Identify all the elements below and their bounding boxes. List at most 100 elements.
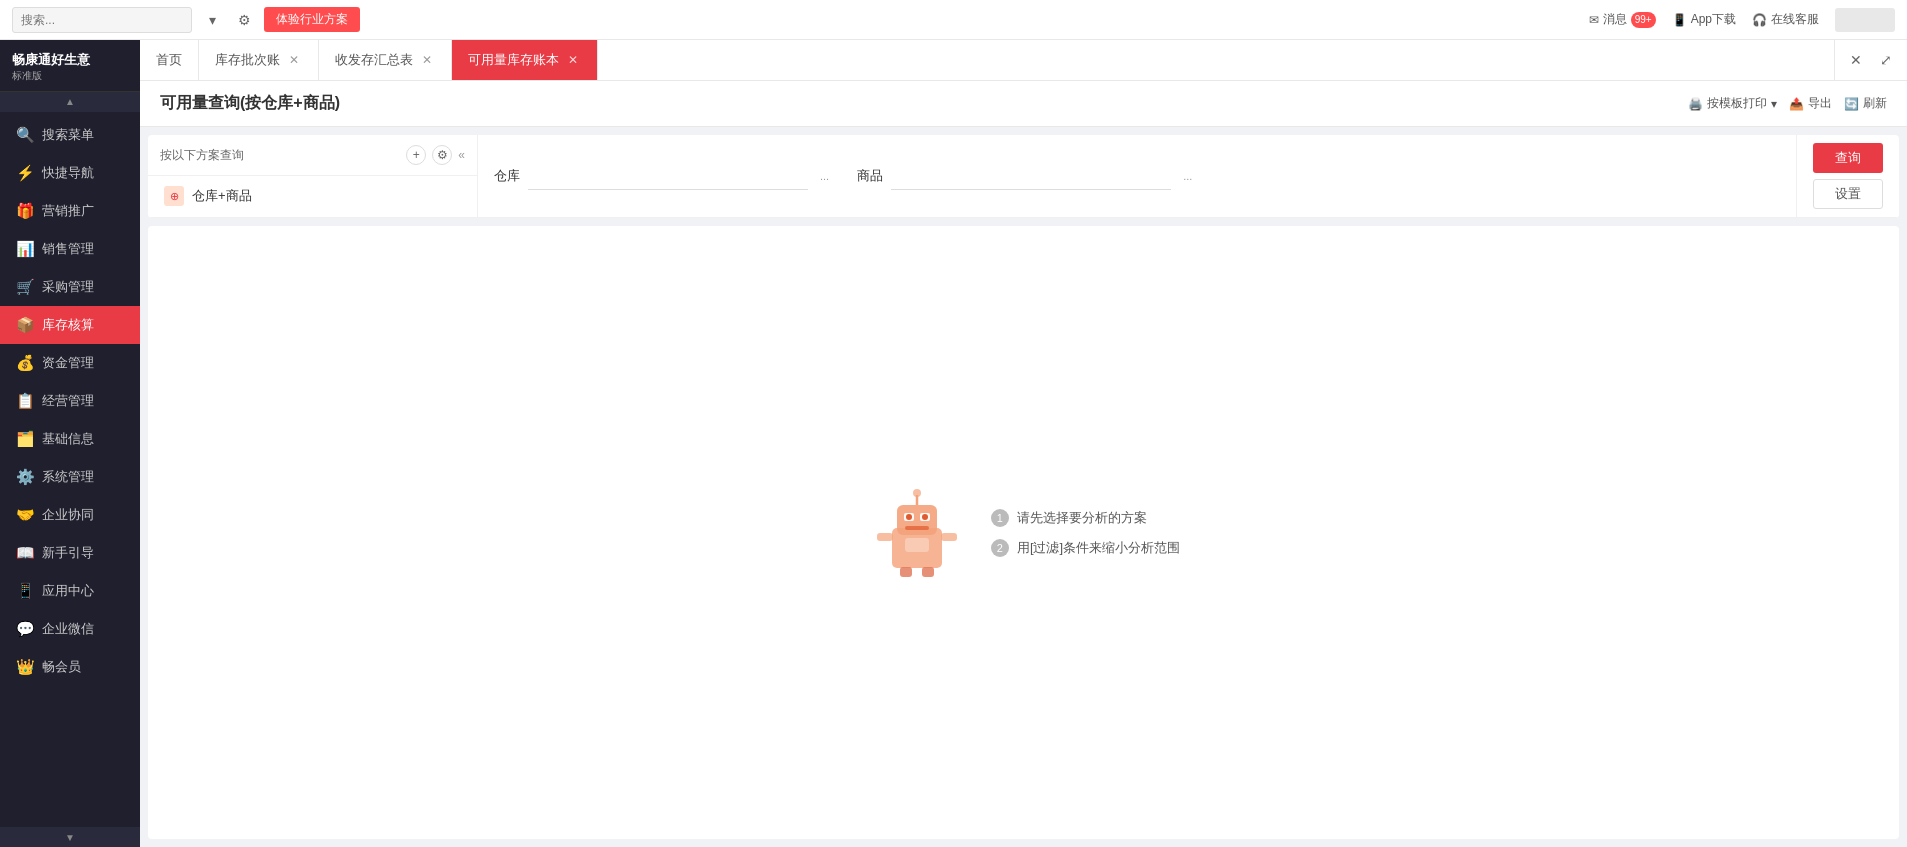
sidebar-item-app-center[interactable]: 📱 应用中心 xyxy=(0,572,140,610)
gift-icon: 🎁 xyxy=(16,202,34,220)
tab-batch-account[interactable]: 库存批次账 ✕ xyxy=(199,40,319,80)
refresh-btn[interactable]: 🔄 刷新 xyxy=(1844,95,1887,112)
sidebar-item-basic[interactable]: 🗂️ 基础信息 xyxy=(0,420,140,458)
online-service-btn[interactable]: 🎧 在线客服 xyxy=(1752,11,1819,28)
tip-number-2: 2 xyxy=(991,539,1009,557)
sidebar-item-label: 快捷导航 xyxy=(42,164,94,182)
sidebar-item-inventory[interactable]: 📦 库存核算 xyxy=(0,306,140,344)
empty-tips: 1 请先选择要分析的方案 2 用[过滤]条件来缩小分析范围 xyxy=(991,509,1180,557)
sidebar-item-enterprise[interactable]: 🤝 企业协同 xyxy=(0,496,140,534)
sidebar-item-marketing[interactable]: 🎁 营销推广 xyxy=(0,192,140,230)
sidebar-item-wechat[interactable]: 💬 企业微信 xyxy=(0,610,140,648)
online-service-label: 在线客服 xyxy=(1771,11,1819,28)
empty-tip-1: 1 请先选择要分析的方案 xyxy=(991,509,1180,527)
tab-stock-summary[interactable]: 收发存汇总表 ✕ xyxy=(319,40,452,80)
print-template-btn[interactable]: 🖨️ 按模板打印 ▾ xyxy=(1688,95,1777,112)
trial-industry-btn[interactable]: 体验行业方案 xyxy=(264,7,360,32)
sidebar-item-operations[interactable]: 📋 经营管理 xyxy=(0,382,140,420)
sidebar-item-quick-nav[interactable]: ⚡ 快捷导航 xyxy=(0,154,140,192)
sidebar-item-beginner[interactable]: 📖 新手引导 xyxy=(0,534,140,572)
svg-rect-9 xyxy=(877,533,893,541)
svg-rect-11 xyxy=(900,567,912,577)
header-dropdown-btn[interactable]: ▾ xyxy=(200,8,224,32)
query-execute-btn[interactable]: 查询 xyxy=(1813,143,1883,173)
tab-bar-actions: ✕ ⤢ xyxy=(1834,40,1907,80)
sidebar-item-member[interactable]: 👑 畅会员 xyxy=(0,648,140,686)
tab-close-available-account[interactable]: ✕ xyxy=(565,52,581,68)
tab-label: 库存批次账 xyxy=(215,51,280,69)
refresh-icon: 🔄 xyxy=(1844,97,1859,111)
tab-label: 收发存汇总表 xyxy=(335,51,413,69)
filter-fields: 仓库 ... 商品 ... xyxy=(478,135,1796,217)
tab-maximize-btn[interactable]: ⤢ xyxy=(1873,47,1899,73)
headphone-icon: 🎧 xyxy=(1752,13,1767,27)
tab-close-stock-summary[interactable]: ✕ xyxy=(419,52,435,68)
query-settings-btn[interactable]: 设置 xyxy=(1813,179,1883,209)
svg-rect-1 xyxy=(897,505,937,535)
sidebar-item-label: 资金管理 xyxy=(42,354,94,372)
sidebar-item-label: 应用中心 xyxy=(42,582,94,600)
svg-point-8 xyxy=(913,489,921,497)
scheme-collapse-btn[interactable]: « xyxy=(458,148,465,162)
tab-label: 可用量库存账本 xyxy=(468,51,559,69)
dropdown-arrow-icon: ▾ xyxy=(1771,97,1777,111)
sidebar-logo-title: 畅康通好生意 xyxy=(12,52,128,69)
sidebar-scroll-down[interactable]: ▼ xyxy=(0,827,140,847)
crown-icon: 👑 xyxy=(16,658,34,676)
printer-icon: 🖨️ xyxy=(1688,97,1703,111)
export-btn[interactable]: 📤 导出 xyxy=(1789,95,1832,112)
search-icon: 🔍 xyxy=(16,126,34,144)
top-header: ▾ ⚙ 体验行业方案 ✉ 消息 99+ 📱 App下载 🎧 在线客服 xyxy=(0,0,1907,40)
page-header: 可用量查询(按仓库+商品) 🖨️ 按模板打印 ▾ 📤 导出 🔄 刷新 xyxy=(140,81,1907,127)
sidebar-scroll-up[interactable]: ▲ xyxy=(0,92,140,112)
refresh-label: 刷新 xyxy=(1863,95,1887,112)
sidebar-item-label: 营销推广 xyxy=(42,202,94,220)
tip-number-1: 1 xyxy=(991,509,1009,527)
svg-point-4 xyxy=(906,514,912,520)
product-more-btn[interactable]: ... xyxy=(1179,170,1196,182)
svg-rect-13 xyxy=(905,538,929,552)
empty-state: 1 请先选择要分析的方案 2 用[过滤]条件来缩小分析范围 xyxy=(148,226,1899,839)
tab-available-account[interactable]: 可用量库存账本 ✕ xyxy=(452,40,598,80)
sidebar-item-sales[interactable]: 📊 销售管理 xyxy=(0,230,140,268)
sidebar-item-label: 企业协同 xyxy=(42,506,94,524)
clipboard-icon: 📋 xyxy=(16,392,34,410)
user-avatar[interactable] xyxy=(1835,8,1895,32)
message-badge: 99+ xyxy=(1631,12,1656,28)
tab-close-btn[interactable]: ✕ xyxy=(1843,47,1869,73)
scheme-warehouse-product[interactable]: ⊕ 仓库+商品 xyxy=(148,176,477,216)
app-download-btn[interactable]: 📱 App下载 xyxy=(1672,11,1736,28)
empty-robot-illustration xyxy=(867,483,967,583)
phone-icon: 📱 xyxy=(16,582,34,600)
header-gear-btn[interactable]: ⚙ xyxy=(232,8,256,32)
sidebar-item-purchase[interactable]: 🛒 采购管理 xyxy=(0,268,140,306)
header-search-input[interactable] xyxy=(12,7,192,33)
tab-close-batch-account[interactable]: ✕ xyxy=(286,52,302,68)
sidebar-item-label: 库存核算 xyxy=(42,316,94,334)
header-right: ✉ 消息 99+ 📱 App下载 🎧 在线客服 xyxy=(1589,8,1895,32)
scheme-actions: + ⚙ « xyxy=(406,145,465,165)
sidebar-item-label: 搜索菜单 xyxy=(42,126,94,144)
sidebar: 畅康通好生意 标准版 ▲ 🔍 搜索菜单 ⚡ 快捷导航 🎁 营销推广 📊 销售管理 xyxy=(0,40,140,847)
scheme-add-btn[interactable]: + xyxy=(406,145,426,165)
export-icon: 📤 xyxy=(1789,97,1804,111)
app-download-label: App下载 xyxy=(1691,11,1736,28)
scheme-item-label: 仓库+商品 xyxy=(192,187,252,205)
sidebar-item-system[interactable]: ⚙️ 系统管理 xyxy=(0,458,140,496)
sidebar-item-search[interactable]: 🔍 搜索菜单 xyxy=(0,116,140,154)
warehouse-input[interactable] xyxy=(528,162,808,190)
filter-field-warehouse: 仓库 ... xyxy=(494,162,833,190)
tab-home[interactable]: 首页 xyxy=(140,40,199,80)
gear-icon: ⚙️ xyxy=(16,468,34,486)
svg-rect-12 xyxy=(922,567,934,577)
product-input[interactable] xyxy=(891,162,1171,190)
filter-field-product: 商品 ... xyxy=(857,162,1196,190)
sidebar-item-finance[interactable]: 💰 资金管理 xyxy=(0,344,140,382)
message-label: 消息 xyxy=(1603,11,1627,28)
sidebar-item-label: 基础信息 xyxy=(42,430,94,448)
warehouse-more-btn[interactable]: ... xyxy=(816,170,833,182)
message-btn[interactable]: ✉ 消息 99+ xyxy=(1589,11,1656,28)
query-scheme-title: 按以下方案查询 xyxy=(160,147,244,164)
scheme-settings-icon-btn[interactable]: ⚙ xyxy=(432,145,452,165)
svg-rect-6 xyxy=(905,526,929,530)
